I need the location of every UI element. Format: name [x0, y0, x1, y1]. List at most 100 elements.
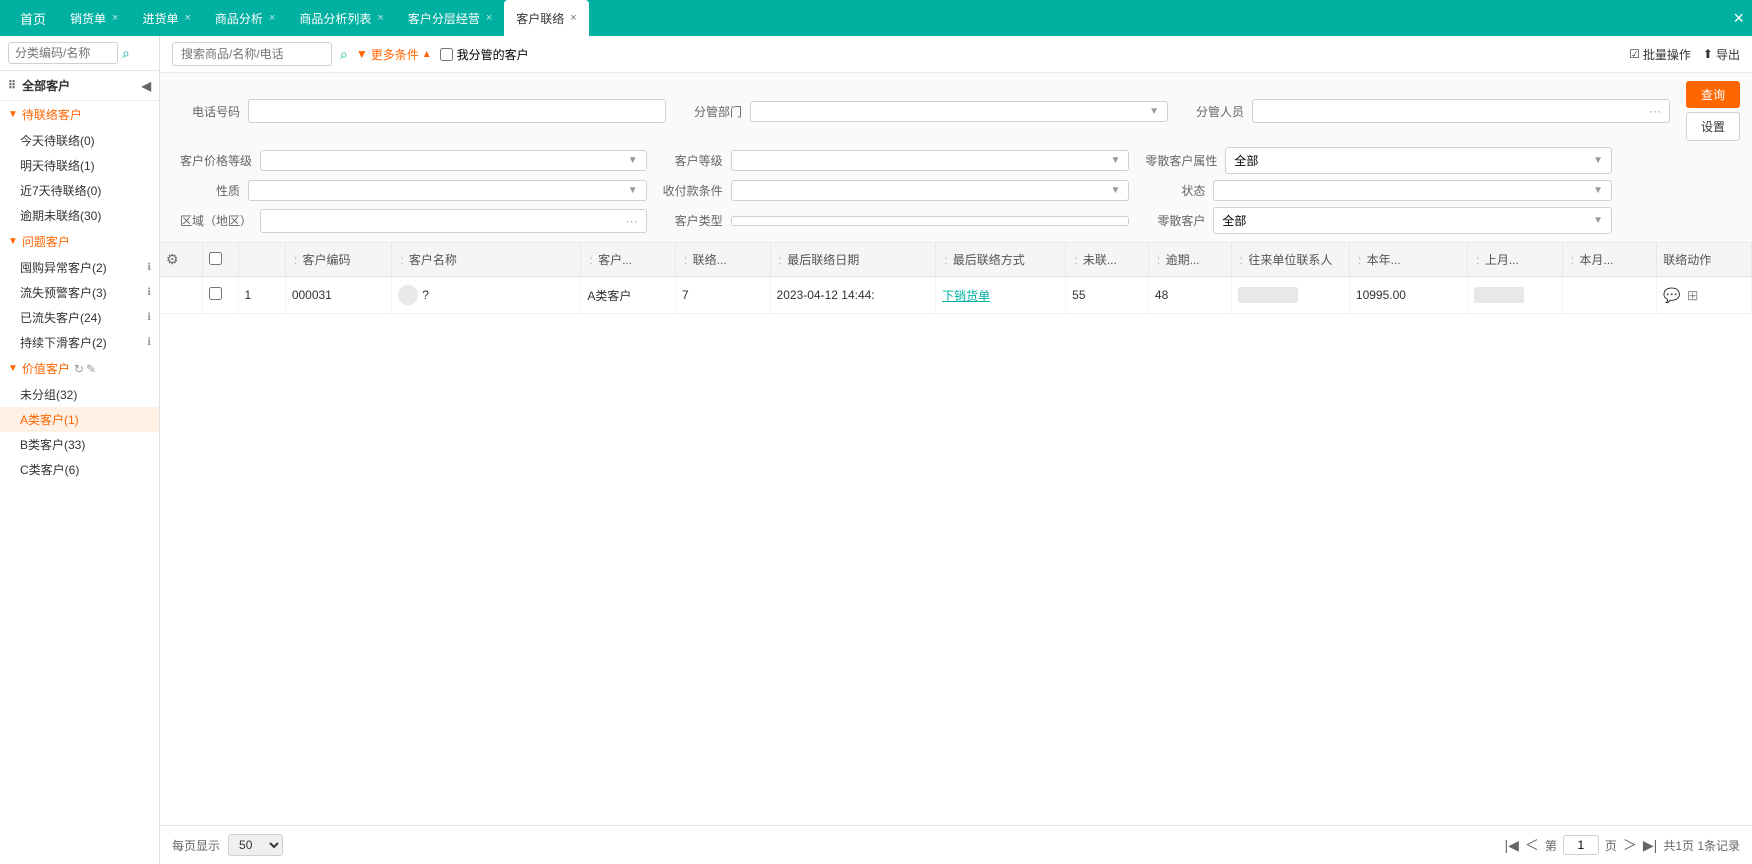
info-icon4: ℹ — [147, 337, 151, 348]
row-code: 000031 — [285, 277, 391, 314]
more-filter-button[interactable]: ▼ 更多条件 ▲ — [356, 46, 432, 63]
nav-tab-sales[interactable]: 销货单 × — [58, 0, 130, 36]
filter-cell-customer-type: 客户类型 — [655, 212, 1138, 229]
nav-tab-purchase[interactable]: 进货单 × — [130, 0, 202, 36]
next-page-button[interactable]: ＞ — [1623, 835, 1637, 855]
nature-select[interactable]: ▼ — [248, 180, 647, 201]
sidebar-item-class-b[interactable]: B类客户(33) — [0, 432, 159, 457]
page-size-label: 每页显示 — [172, 837, 220, 854]
col-separator-contact: : — [684, 253, 687, 267]
sidebar-item-7days[interactable]: 近7天待联络(0) — [0, 178, 159, 203]
customer-type-select[interactable] — [731, 216, 1130, 226]
col-overdue-header: : 逾期... — [1148, 243, 1231, 277]
payment-select[interactable]: ▼ — [731, 180, 1130, 201]
sidebar-item-hoarding[interactable]: 囤购异常客户(2) ℹ — [0, 255, 159, 280]
price-grade-select[interactable]: ▼ — [260, 150, 647, 171]
retail-select[interactable]: 全部 ▼ — [1213, 207, 1612, 234]
price-grade-label: 客户价格等级 — [180, 152, 252, 169]
batch-op-button[interactable]: ☑ 批量操作 — [1629, 46, 1691, 63]
customer-table: ⚙ : 客户编码 : 客户名称 — [160, 243, 1752, 314]
col-lastway-header: : 最后联络方式 — [936, 243, 1066, 277]
retail-attr-label: 零散客户属性 — [1145, 152, 1217, 169]
chevron-down-icon3: ▼ — [1110, 155, 1120, 166]
close-tab-analysis[interactable]: × — [269, 12, 275, 24]
col-separator-thismonth: : — [1571, 253, 1574, 267]
col-settings: ⚙ — [160, 243, 203, 277]
grade-select[interactable]: ▼ — [731, 150, 1130, 171]
main-search-icon[interactable]: ⌕ — [340, 46, 348, 63]
close-all-tabs[interactable]: × — [1733, 8, 1744, 29]
status-select[interactable]: ▼ — [1213, 180, 1612, 201]
phone-label: 电话号码 — [180, 103, 240, 120]
nav-tab-analysis-list[interactable]: 商品分析列表 × — [287, 0, 395, 36]
sidebar-item-overdue-contact[interactable]: 逾期未联络(30) — [0, 203, 159, 228]
grade-label: 客户等级 — [663, 152, 723, 169]
close-tab-customer-tier[interactable]: × — [486, 12, 492, 24]
close-tab-customer-contact[interactable]: × — [570, 12, 576, 24]
edit-icon[interactable]: ✎ — [86, 362, 96, 376]
sidebar-item-today[interactable]: 今天待联络(0) — [0, 128, 159, 153]
refresh-icon[interactable]: ↻ — [74, 362, 84, 376]
sidebar-item-ungrouped[interactable]: 未分组(32) — [0, 382, 159, 407]
main-search-input[interactable] — [172, 42, 332, 66]
sidebar-item-churn-warning[interactable]: 流失预警客户(3) ℹ — [0, 280, 159, 305]
sidebar-group-value[interactable]: ▼ 价值客户 ↻ ✎ — [0, 355, 159, 382]
sidebar-item-declining[interactable]: 持续下滑客户(2) ℹ — [0, 330, 159, 355]
arrow-down-icon2: ▼ — [8, 236, 18, 247]
first-page-button[interactable]: |◀ — [1504, 837, 1518, 854]
page-size-select[interactable]: 50 100 — [228, 834, 283, 856]
page-number-input[interactable] — [1563, 835, 1599, 855]
sidebar-item-class-a[interactable]: A类客户(1) — [0, 407, 159, 432]
chevron-down-icon5: ▼ — [628, 185, 638, 196]
more-dots-icon[interactable]: ··· — [1649, 104, 1661, 118]
prev-page-button[interactable]: ＜ — [1525, 835, 1539, 855]
region-select[interactable]: ··· — [260, 209, 647, 233]
row-thisyear: 10995.00 — [1349, 277, 1467, 314]
chat-icon[interactable]: 💬 — [1663, 287, 1680, 304]
nav-tab-customer-tier[interactable]: 客户分层经营 × — [396, 0, 504, 36]
arrow-down-icon: ▼ — [8, 109, 18, 120]
row-checkbox[interactable] — [209, 287, 222, 300]
sidebar-group-problem[interactable]: ▼ 问题客户 — [0, 228, 159, 255]
close-tab-analysis-list[interactable]: × — [377, 12, 383, 24]
close-tab-sales[interactable]: × — [112, 12, 118, 24]
retail-attr-select[interactable]: 全部 ▼ — [1225, 147, 1612, 174]
sidebar-group-pending[interactable]: ▼ 待联络客户 — [0, 101, 159, 128]
sidebar-item-churned[interactable]: 已流失客户(24) ℹ — [0, 305, 159, 330]
arrow-down-icon3: ▼ — [8, 363, 18, 374]
col-name-header: : 客户名称 — [392, 243, 581, 277]
sidebar-collapse-icon[interactable]: ◀ — [142, 79, 151, 93]
query-button[interactable]: 查询 — [1686, 81, 1740, 108]
col-separator-code: : — [294, 253, 297, 267]
settings-button[interactable]: 设置 — [1686, 112, 1740, 141]
calendar-icon[interactable]: ⊞ — [1687, 287, 1699, 304]
nav-tab-customer-contact[interactable]: 客户联络 × — [504, 0, 588, 36]
select-all-checkbox[interactable] — [209, 252, 222, 265]
dept-select[interactable]: ▼ — [750, 101, 1168, 122]
nav-home[interactable]: 首页 — [8, 0, 58, 36]
nav-tab-analysis[interactable]: 商品分析 × — [203, 0, 287, 36]
col-thisyear-header: : 本年... — [1349, 243, 1467, 277]
customer-type-label: 客户类型 — [663, 212, 723, 229]
lastway-link[interactable]: 下销货单 — [942, 289, 990, 303]
row-name: ? — [392, 277, 581, 314]
chevron-down-icon7: ▼ — [1593, 185, 1603, 196]
chevron-down-icon: ▼ — [1149, 106, 1159, 117]
phone-input[interactable] — [248, 99, 666, 123]
last-page-button[interactable]: ▶| — [1643, 837, 1657, 854]
export-button[interactable]: ⬆ 导出 — [1703, 46, 1740, 63]
col-separator-lastdate: : — [779, 253, 782, 267]
close-tab-purchase[interactable]: × — [184, 12, 190, 24]
my-customer-checkbox[interactable] — [440, 48, 453, 61]
sidebar-item-class-c[interactable]: C类客户(6) — [0, 457, 159, 482]
my-customer-checkbox-label[interactable]: 我分管的客户 — [440, 46, 529, 63]
person-select[interactable]: ··· — [1252, 99, 1670, 123]
table-settings-icon[interactable]: ⚙ — [166, 251, 179, 267]
sidebar-search-input[interactable] — [8, 42, 118, 64]
chevron-down-icon4: ▼ — [1593, 155, 1603, 166]
sidebar-item-tomorrow[interactable]: 明天待联络(1) — [0, 153, 159, 178]
sidebar-search-icon[interactable]: ⌕ — [122, 45, 130, 62]
row-overdue: 48 — [1148, 277, 1231, 314]
region-dots-icon[interactable]: ··· — [626, 214, 638, 228]
col-separator-grade: : — [589, 253, 592, 267]
